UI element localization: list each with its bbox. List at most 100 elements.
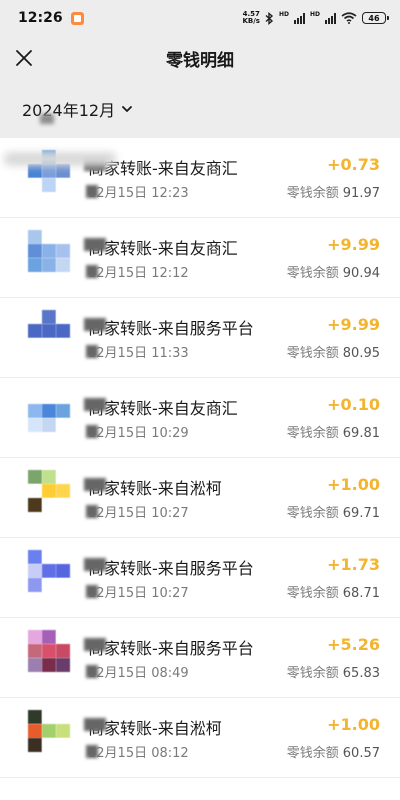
transaction-amount: +1.73 xyxy=(327,555,380,574)
avatar-pixel xyxy=(42,710,56,724)
merchant-avatar xyxy=(28,230,70,286)
avatar-pixel xyxy=(56,498,70,512)
transaction-row[interactable]: 商家转账-来自友商汇 12月15日 12:12 +9.99 零钱余额 90.94 xyxy=(0,218,400,298)
balance-label: 零钱余额 xyxy=(286,506,339,521)
transaction-info: 商家转账-来自友商汇 12月15日 12:23 xyxy=(88,155,298,201)
transaction-date: 12月15日 12:12 xyxy=(88,266,189,281)
avatar-pixel xyxy=(42,484,56,498)
month-label: 2024年12月 xyxy=(22,101,116,120)
avatar-pixel xyxy=(42,338,56,352)
nav-bar: 零钱明细 xyxy=(0,36,400,80)
avatar-pixel xyxy=(56,630,70,644)
avatar-pixel xyxy=(56,338,70,352)
balance-label: 零钱余额 xyxy=(286,186,339,201)
transaction-name: 商家转账-来自友商汇 xyxy=(88,399,238,417)
privacy-blur xyxy=(4,152,116,166)
avatar-pixel xyxy=(42,578,56,592)
avatar-pixel xyxy=(42,550,56,564)
avatar-pixel xyxy=(28,710,42,724)
balance-line: 零钱余额 69.71 xyxy=(287,502,380,521)
balance-value: 69.71 xyxy=(342,506,380,521)
avatar-pixel xyxy=(28,418,42,432)
battery-icon: 46 xyxy=(362,12,389,24)
network-speed-unit: KB/s xyxy=(242,17,260,25)
privacy-mosaic xyxy=(40,114,54,124)
month-filter-bar: 2024年12月 xyxy=(0,80,400,138)
avatar-pixel xyxy=(28,390,42,404)
transaction-date: 12月15日 10:29 xyxy=(88,426,189,441)
transaction-row[interactable]: 商家转账-来自友商汇 12月15日 10:29 +0.10 零钱余额 69.81 xyxy=(0,378,400,458)
chevron-down-icon xyxy=(122,106,132,112)
transaction-row[interactable]: 商家转账-来自服务平台 12月15日 08:49 +5.26 零钱余额 65.83 xyxy=(0,618,400,698)
transaction-name: 商家转账-来自服务平台 xyxy=(88,319,254,337)
avatar-pixel xyxy=(56,230,70,244)
transaction-name: 商家转账-来自友商汇 xyxy=(88,239,238,257)
transaction-amount: +0.73 xyxy=(327,155,380,174)
balance-value: 65.83 xyxy=(342,666,380,681)
transaction-name: 商家转账-来自服务平台 xyxy=(88,639,254,657)
balance-line: 零钱余额 65.83 xyxy=(287,662,380,681)
transaction-row[interactable]: 商家转账-来自服务平台 12月15日 10:27 +1.73 零钱余额 68.71 xyxy=(0,538,400,618)
transaction-amount-block: +1.00 零钱余额 60.57 xyxy=(287,715,380,761)
avatar-pixel xyxy=(42,230,56,244)
transaction-amount: +0.10 xyxy=(327,395,380,414)
bluetooth-icon xyxy=(265,11,274,25)
transaction-row[interactable]: 商家转账-来自淞柯 12月15日 10:27 +1.00 零钱余额 69.71 xyxy=(0,458,400,538)
avatar-pixel xyxy=(42,324,56,338)
avatar-pixel xyxy=(28,324,42,338)
avatar-pixel xyxy=(28,550,42,564)
avatar-pixel xyxy=(56,738,70,752)
avatar-pixel xyxy=(42,630,56,644)
avatar-pixel xyxy=(56,564,70,578)
avatar-pixel xyxy=(42,470,56,484)
merchant-avatar xyxy=(28,630,70,686)
avatar-pixel xyxy=(28,630,42,644)
avatar-pixel xyxy=(28,404,42,418)
transaction-amount: +9.99 xyxy=(327,315,380,334)
avatar-pixel xyxy=(42,564,56,578)
avatar-pixel xyxy=(56,578,70,592)
avatar-pixel xyxy=(42,738,56,752)
transaction-amount-block: +0.73 零钱余额 91.97 xyxy=(287,155,380,201)
transaction-date: 12月15日 08:12 xyxy=(88,746,189,761)
transaction-info: 商家转账-来自服务平台 12月15日 08:49 xyxy=(88,635,298,681)
avatar-pixel xyxy=(28,484,42,498)
transaction-row[interactable]: 商家转账-来自淞柯 12月15日 08:12 +1.00 零钱余额 60.57 xyxy=(0,698,400,778)
avatar-pixel xyxy=(42,390,56,404)
transaction-info: 商家转账-来自友商汇 12月15日 10:29 xyxy=(88,395,298,441)
transaction-amount-block: +9.99 零钱余额 90.94 xyxy=(287,235,380,281)
avatar-pixel xyxy=(56,178,70,192)
privacy-mosaic xyxy=(84,318,106,331)
month-selector[interactable]: 2024年12月 xyxy=(22,97,133,121)
privacy-mosaic xyxy=(84,638,106,651)
transaction-date: 12月15日 10:27 xyxy=(88,586,189,601)
avatar-pixel xyxy=(56,418,70,432)
avatar-pixel xyxy=(56,310,70,324)
transaction-row[interactable]: 商家转账-来自服务平台 12月15日 11:33 +9.99 零钱余额 80.95 xyxy=(0,298,400,378)
avatar-pixel xyxy=(56,390,70,404)
signal-icon-2 xyxy=(325,12,336,24)
avatar-pixel xyxy=(28,230,42,244)
signal-icon xyxy=(293,12,305,24)
avatar-pixel xyxy=(56,710,70,724)
battery-level: 46 xyxy=(368,13,380,23)
transaction-amount: +1.00 xyxy=(327,475,380,494)
transaction-amount: +5.26 xyxy=(327,635,380,654)
privacy-mosaic xyxy=(84,558,106,571)
close-icon[interactable] xyxy=(12,46,36,70)
avatar-pixel xyxy=(28,244,42,258)
hd-icon-2: HD xyxy=(309,11,320,18)
transaction-date: 12月15日 10:27 xyxy=(88,506,189,521)
avatar-pixel xyxy=(28,310,42,324)
transaction-date: 12月15日 11:33 xyxy=(88,346,189,361)
transaction-amount-block: +1.73 零钱余额 68.71 xyxy=(287,555,380,601)
avatar-pixel xyxy=(28,178,42,192)
wifi-icon xyxy=(341,12,357,24)
transaction-amount-block: +1.00 零钱余额 69.71 xyxy=(287,475,380,521)
transaction-row[interactable]: 商家转账-来自友商汇 12月15日 12:23 +0.73 零钱余额 91.97 xyxy=(0,138,400,218)
avatar-pixel xyxy=(56,244,70,258)
transaction-name: 商家转账-来自淞柯 xyxy=(88,719,222,737)
transaction-info: 商家转账-来自友商汇 12月15日 12:12 xyxy=(88,235,298,281)
avatar-pixel xyxy=(42,258,56,272)
balance-value: 91.97 xyxy=(342,186,380,201)
